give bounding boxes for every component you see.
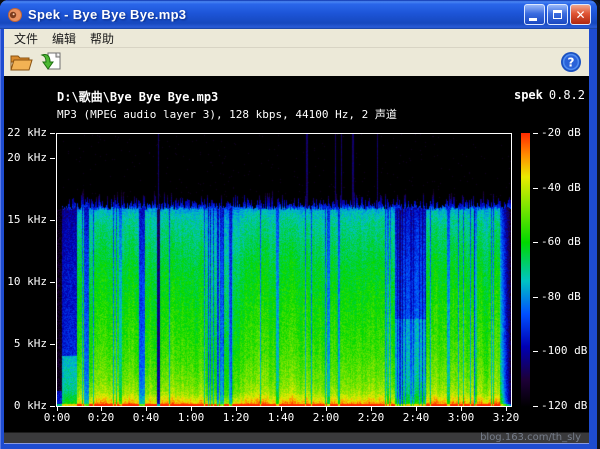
menu-item-file[interactable]: 文件 [7, 29, 45, 48]
format-info-label: MP3 (MPEG audio layer 3), 128 kbps, 4410… [57, 106, 397, 122]
db-tick-mark [533, 406, 538, 407]
minimize-button[interactable] [524, 4, 545, 25]
time-tick-mark [506, 407, 507, 411]
app-icon [7, 7, 23, 23]
menu-item-help[interactable]: 帮助 [83, 29, 121, 48]
time-tick-mark [146, 407, 147, 411]
freq-tick-mark [50, 406, 55, 407]
db-tick-label: -80 dB [541, 291, 581, 303]
watermark: blog.163.com/th_sly [480, 433, 581, 443]
db-tick-mark [533, 188, 538, 189]
folder-open-icon [9, 51, 33, 73]
maximize-button[interactable] [547, 4, 568, 25]
time-tick-label: 3:20 [484, 412, 528, 424]
db-tick-mark [533, 351, 538, 352]
app-name: spek [514, 88, 543, 102]
time-tick-label: 1:00 [169, 412, 213, 424]
plot-border [56, 133, 512, 407]
spectrogram-panel: D:\歌曲\Bye Bye Bye.mp3 spek 0.8.2 MP3 (MPE… [4, 76, 589, 432]
db-tick-label: -60 dB [541, 236, 581, 248]
app-version-label: spek 0.8.2 [514, 88, 585, 102]
db-tick-label: -100 dB [541, 345, 587, 357]
time-tick-label: 1:40 [259, 412, 303, 424]
time-tick-label: 3:00 [439, 412, 483, 424]
freq-tick-mark [50, 220, 55, 221]
colorbar-gradient [521, 133, 530, 407]
app-window: Spek - Bye Bye Bye.mp3 ✕ 文件 编辑 帮助 [0, 0, 600, 449]
toolbar: ? [4, 47, 589, 76]
spectrogram-canvas [57, 134, 511, 406]
window-controls: ✕ [524, 4, 591, 25]
time-tick-label: 2:40 [394, 412, 438, 424]
close-icon: ✕ [575, 9, 585, 21]
freq-tick-mark [50, 344, 55, 345]
menu-bar: 文件 编辑 帮助 [4, 29, 589, 47]
time-tick-mark [281, 407, 282, 411]
save-icon [39, 51, 63, 73]
time-tick-mark [461, 407, 462, 411]
minimize-icon [529, 18, 537, 21]
freq-tick-mark [50, 282, 55, 283]
freq-tick-mark [50, 133, 55, 134]
title-bar[interactable]: Spek - Bye Bye Bye.mp3 ✕ [0, 0, 597, 29]
time-tick-label: 2:20 [349, 412, 393, 424]
time-tick-label: 0:40 [124, 412, 168, 424]
freq-tick-label: 5 kHz [4, 338, 47, 350]
freq-tick-label: 0 kHz [4, 400, 47, 412]
bottom-strip: blog.163.com/th_sly [4, 432, 589, 443]
freq-tick-label: 10 kHz [4, 276, 47, 288]
time-tick-mark [191, 407, 192, 411]
time-tick-label: 0:20 [79, 412, 123, 424]
freq-tick-label: 20 kHz [4, 152, 47, 164]
save-button[interactable] [37, 49, 64, 75]
time-tick-mark [57, 407, 58, 411]
menu-item-edit[interactable]: 编辑 [45, 29, 83, 48]
time-tick-mark [416, 407, 417, 411]
app-version: 0.8.2 [549, 88, 585, 102]
time-tick-mark [326, 407, 327, 411]
db-tick-mark [533, 133, 538, 134]
db-tick-label: -120 dB [541, 400, 587, 412]
help-button[interactable]: ? [557, 49, 584, 75]
file-path-label: D:\歌曲\Bye Bye Bye.mp3 [57, 88, 218, 105]
freq-tick-label: 15 kHz [4, 214, 47, 226]
time-tick-label: 0:00 [35, 412, 79, 424]
db-tick-mark [533, 297, 538, 298]
time-tick-mark [371, 407, 372, 411]
freq-tick-label: 22 kHz [4, 127, 47, 139]
help-icon: ? [560, 51, 582, 73]
time-tick-label: 2:00 [304, 412, 348, 424]
freq-tick-mark [50, 158, 55, 159]
window-title: Spek - Bye Bye Bye.mp3 [28, 7, 524, 22]
db-tick-mark [533, 242, 538, 243]
svg-text:?: ? [567, 56, 574, 70]
open-button[interactable] [7, 49, 34, 75]
client-area: 文件 编辑 帮助 [4, 29, 589, 443]
time-tick-label: 1:20 [214, 412, 258, 424]
db-tick-label: -20 dB [541, 127, 581, 139]
maximize-icon [553, 10, 562, 19]
time-tick-mark [236, 407, 237, 411]
db-tick-label: -40 dB [541, 182, 581, 194]
close-button[interactable]: ✕ [570, 4, 591, 25]
time-tick-mark [101, 407, 102, 411]
